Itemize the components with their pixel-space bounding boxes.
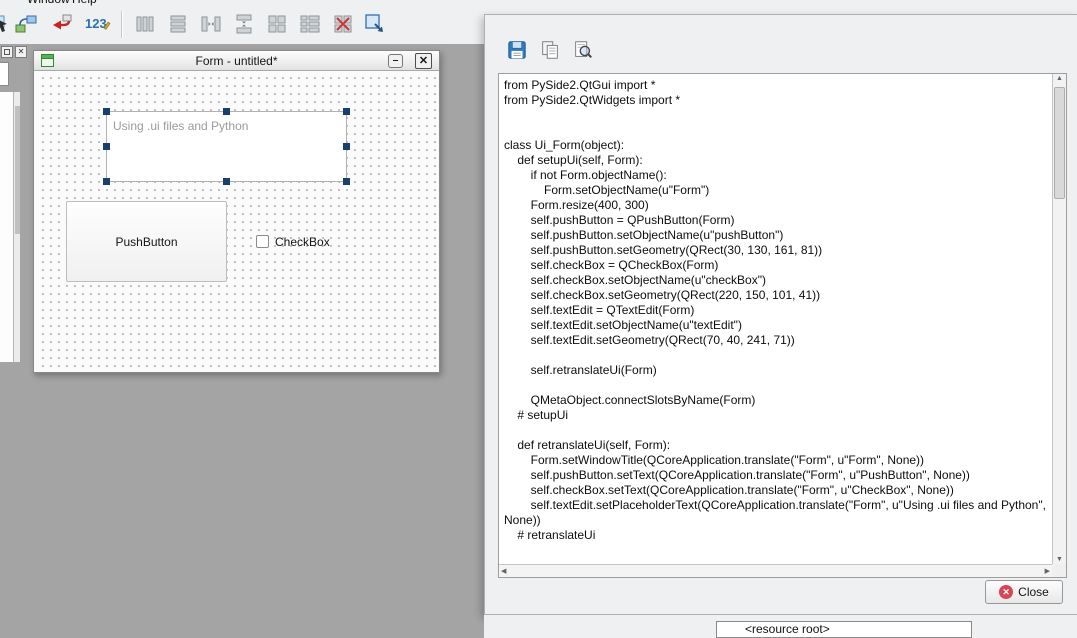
toolbar-separator [121,11,123,38]
edit-widgets-icon[interactable] [0,11,11,37]
edit-buddies-icon[interactable] [50,11,74,37]
close-circle-icon: ✕ [999,585,1013,599]
scrollbar-corner [1052,564,1066,577]
code-editor[interactable]: from PySide2.QtGui import * from PySide2… [498,73,1067,578]
selection-handle-e[interactable] [343,143,350,150]
code-preview-dialog: from PySide2.QtGui import * from PySide2… [484,14,1077,615]
dock-float-button[interactable] [1,46,13,58]
selection-handle-n[interactable] [223,108,230,115]
checkbox-indicator[interactable] [256,235,269,248]
edit-tab-order-icon[interactable]: 123 [84,11,111,37]
selection-handle-nw[interactable] [103,108,110,115]
copy-icon[interactable] [538,38,562,62]
vertical-scrollbar[interactable]: ▲ ▼ [1052,74,1066,564]
selection-handle-sw[interactable] [103,178,110,185]
adjust-size-icon[interactable] [363,11,387,37]
selection-handle-w[interactable] [103,143,110,150]
close-button-label: Close [1018,585,1049,599]
checkbox-widget[interactable]: CheckBox [256,221,357,262]
layout-grid-icon[interactable] [265,11,289,37]
widgetbox-scrollbar[interactable] [13,92,20,362]
close-button[interactable]: ✕ [415,53,432,69]
resource-browser-fragment: <resource root> [484,615,1077,638]
textedit-widget[interactable]: Using .ui files and Python [106,111,347,182]
form-window-title: Form - untitled* [34,54,439,68]
checkbox-label: CheckBox [275,235,330,249]
float-icon [4,49,10,55]
minimize-button[interactable]: – [388,54,403,68]
scroll-left-icon[interactable]: ◀ [501,567,506,575]
form-canvas[interactable]: Using .ui files and Python PushButton Ch… [36,71,439,372]
dock-close-button[interactable]: ✕ [15,46,27,58]
layout-splitter-horizontal-icon[interactable] [199,11,223,37]
dialog-close-button[interactable]: ✕ Close [985,580,1063,604]
main-toolbar: 123 [0,7,484,44]
menu-window[interactable]: Window [27,0,70,6]
layout-form-icon[interactable] [298,11,322,37]
layout-splitter-vertical-icon[interactable] [232,11,256,37]
find-icon[interactable] [571,38,595,62]
vertical-scrollbar-thumb[interactable] [1054,87,1065,199]
menu-help[interactable]: Help [72,0,97,6]
mdi-area: ✕ Form - untitled* – ✕ Using .ui files a… [0,44,484,638]
generated-code[interactable]: from PySide2.QtGui import * from PySide2… [499,74,1052,564]
pushbutton-widget[interactable]: PushButton [66,201,227,282]
selection-handle-s[interactable] [223,178,230,185]
selection-handle-se[interactable] [343,178,350,185]
selection-handle-ne[interactable] [343,108,350,115]
form-editor-window: Form - untitled* – ✕ Using .ui files and… [33,50,440,373]
layout-horizontal-icon[interactable] [133,11,157,37]
scroll-up-icon[interactable]: ▲ [1053,75,1066,82]
widgetbox-panel-fragment [0,92,13,362]
horizontal-scrollbar[interactable]: ◀ ▶ [499,564,1052,577]
scroll-right-icon[interactable]: ▶ [1045,567,1050,575]
break-layout-icon[interactable] [331,11,355,37]
edit-signals-slots-icon[interactable] [14,11,38,37]
textedit-placeholder: Using .ui files and Python [113,119,248,133]
layout-vertical-icon[interactable] [166,11,190,37]
scrollbar-thumb[interactable] [15,106,20,234]
menu-bar: Window Help [0,0,1077,7]
filter-input-fragment[interactable] [0,62,9,86]
form-window-titlebar[interactable]: Form - untitled* – ✕ [34,51,439,71]
scroll-down-icon[interactable]: ▼ [1053,556,1066,563]
resource-root-item[interactable]: <resource root> [716,621,972,638]
svg-text:123: 123 [85,16,107,31]
save-icon[interactable] [505,38,529,62]
